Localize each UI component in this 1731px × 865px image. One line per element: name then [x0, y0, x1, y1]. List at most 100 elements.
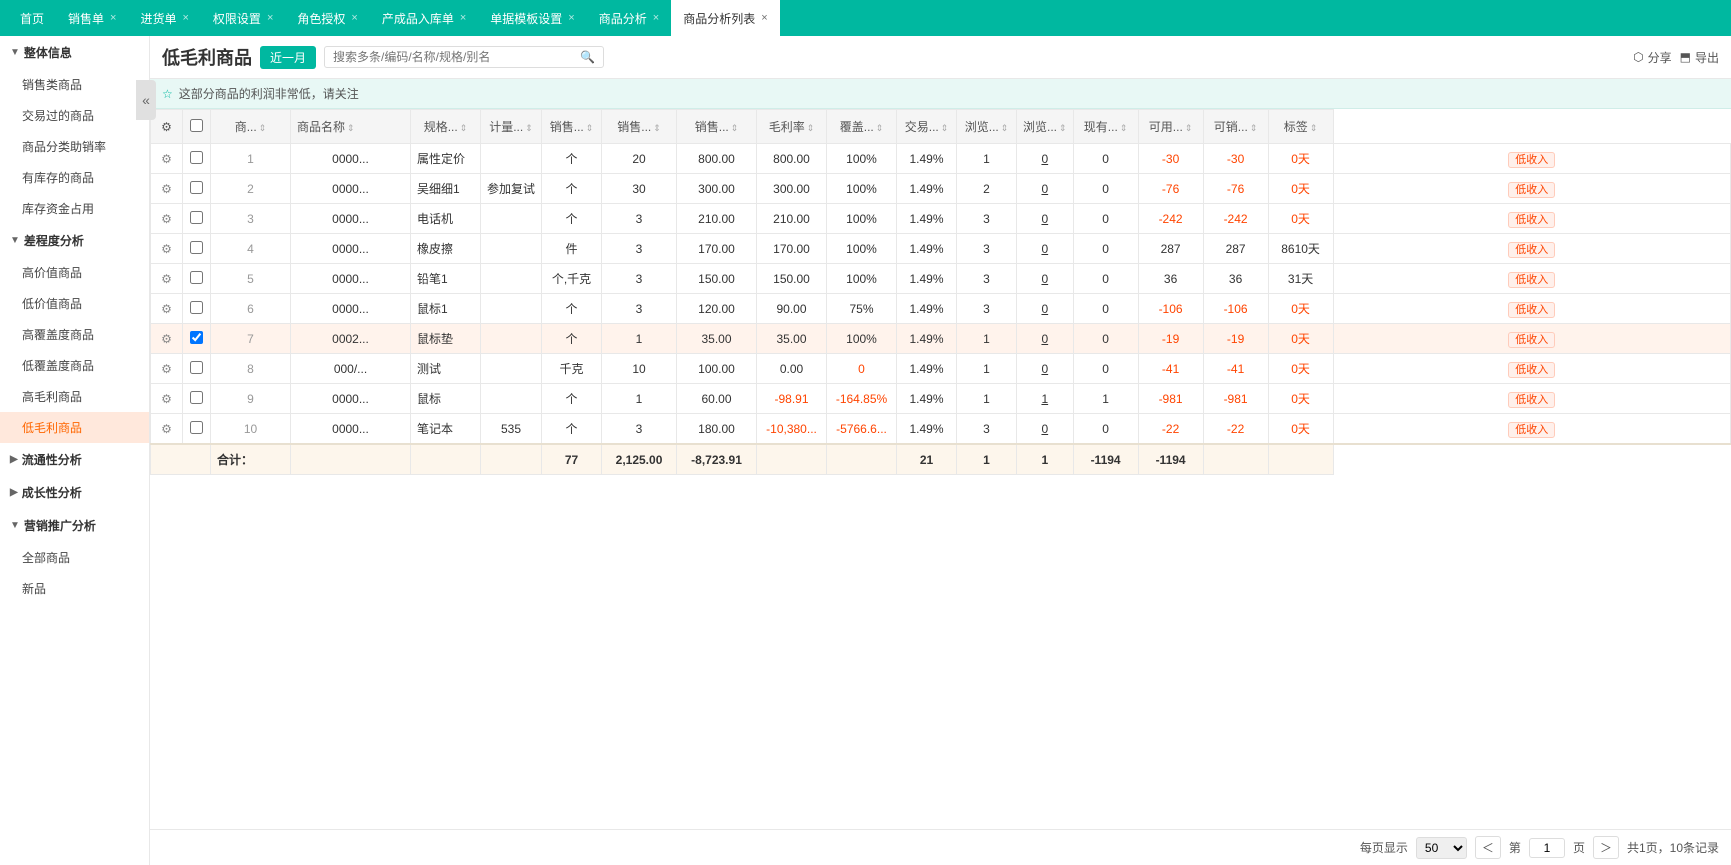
row-checkbox-cell[interactable]: [183, 144, 211, 174]
sidebar-item-low-margin[interactable]: 低毛利商品: [0, 412, 149, 443]
row-cover: 1.49%: [897, 324, 957, 354]
row-checkbox[interactable]: [190, 301, 203, 314]
sidebar-item-high-margin[interactable]: 高毛利商品: [0, 381, 149, 412]
row-checkbox-cell[interactable]: [183, 174, 211, 204]
sidebar-item-all-products[interactable]: 全部商品: [0, 542, 149, 573]
row-checkbox-cell[interactable]: [183, 354, 211, 384]
row-checkbox[interactable]: [190, 151, 203, 164]
close-icon[interactable]: ×: [351, 12, 357, 24]
nav-home[interactable]: 首页: [8, 0, 56, 36]
row-browse1: 0: [1017, 294, 1074, 324]
share-button[interactable]: ⬡ 分享: [1633, 49, 1672, 66]
col-header-stock: 现有...⇕: [1073, 110, 1138, 144]
close-icon[interactable]: ×: [568, 12, 574, 24]
sidebar-group-quality[interactable]: ▼ 差程度分析: [0, 224, 149, 257]
sidebar-item-capital-use[interactable]: 库存资金占用: [0, 193, 149, 224]
row-checkbox[interactable]: [190, 211, 203, 224]
table-row: ⚙ 2 0000... 吴细细1 参加复试 个 30 300.00 300.00…: [151, 174, 1731, 204]
row-settings-icon[interactable]: ⚙: [151, 384, 183, 414]
row-settings-icon[interactable]: ⚙: [151, 144, 183, 174]
row-checkbox-cell[interactable]: [183, 324, 211, 354]
close-icon[interactable]: ×: [460, 12, 466, 24]
col-header-margin: 毛利率⇕: [757, 110, 827, 144]
prev-page-button[interactable]: ＜: [1475, 836, 1501, 859]
nav-product-analysis[interactable]: 商品分析 ×: [587, 0, 671, 36]
sidebar-group-growth[interactable]: ▶ 成长性分析: [0, 476, 149, 509]
sidebar-group-marketing[interactable]: ▼ 营销推广分析: [0, 509, 149, 542]
close-icon[interactable]: ×: [267, 12, 273, 24]
sidebar-item-low-coverage[interactable]: 低覆盖度商品: [0, 350, 149, 381]
row-settings-icon[interactable]: ⚙: [151, 294, 183, 324]
row-checkbox-cell[interactable]: [183, 264, 211, 294]
sidebar-item-high-coverage[interactable]: 高覆盖度商品: [0, 319, 149, 350]
row-browse1: 0: [1017, 354, 1074, 384]
nav-product-analysis-list[interactable]: 商品分析列表 ×: [671, 0, 779, 36]
row-settings-icon[interactable]: ⚙: [151, 414, 183, 445]
page-number-input[interactable]: [1529, 838, 1565, 858]
nav-permissions[interactable]: 权限设置 ×: [201, 0, 285, 36]
row-checkbox[interactable]: [190, 241, 203, 254]
next-page-button[interactable]: ＞: [1593, 836, 1619, 859]
sidebar-item-traded-products[interactable]: 交易过的商品: [0, 100, 149, 131]
row-checkbox[interactable]: [190, 361, 203, 374]
col-header-avail: 可用...⇕: [1138, 110, 1203, 144]
close-icon[interactable]: ×: [110, 12, 116, 24]
row-settings-icon[interactable]: ⚙: [151, 264, 183, 294]
row-settings-icon[interactable]: ⚙: [151, 234, 183, 264]
row-checkbox[interactable]: [190, 181, 203, 194]
row-checkbox-cell[interactable]: [183, 384, 211, 414]
col-header-saleable: 可销...⇕: [1203, 110, 1268, 144]
row-cover: 1.49%: [897, 384, 957, 414]
row-saleable: 0天: [1268, 384, 1333, 414]
row-checkbox[interactable]: [190, 271, 203, 284]
row-settings-icon[interactable]: ⚙: [151, 324, 183, 354]
sidebar-group-circulation[interactable]: ▶ 流通性分析: [0, 443, 149, 476]
share-icon: ⬡: [1633, 50, 1643, 64]
row-name: 吴细细1: [411, 174, 481, 204]
row-name: 铅笔1: [411, 264, 481, 294]
row-trade: 3: [957, 204, 1017, 234]
close-icon[interactable]: ×: [182, 12, 188, 24]
row-checkbox-cell[interactable]: [183, 204, 211, 234]
row-cover: 1.49%: [897, 294, 957, 324]
nav-purchase[interactable]: 进货单 ×: [128, 0, 200, 36]
search-input[interactable]: [333, 50, 580, 64]
nav-product-inbound[interactable]: 产成品入库单 ×: [370, 0, 478, 36]
row-margin-rate: 100%: [827, 204, 897, 234]
sidebar-item-sales-products[interactable]: 销售类商品: [0, 69, 149, 100]
nav-role-auth[interactable]: 角色授权 ×: [285, 0, 369, 36]
row-checkbox[interactable]: [190, 421, 203, 434]
row-settings-icon[interactable]: ⚙: [151, 354, 183, 384]
row-saleable: 0天: [1268, 204, 1333, 234]
export-button[interactable]: ⬒ 导出: [1680, 49, 1719, 66]
col-header-check[interactable]: [183, 110, 211, 144]
select-all-checkbox[interactable]: [190, 119, 203, 132]
sidebar-item-high-value[interactable]: 高价值商品: [0, 257, 149, 288]
sidebar-group-overall[interactable]: ▼ 整体信息: [0, 36, 149, 69]
row-checkbox[interactable]: [190, 391, 203, 404]
row-tag: 低收入: [1333, 204, 1730, 234]
sidebar-item-new-products[interactable]: 新品: [0, 573, 149, 604]
footer-empty-name: [291, 444, 411, 475]
row-saleable: 0天: [1268, 324, 1333, 354]
close-icon[interactable]: ×: [653, 12, 659, 24]
row-settings-icon[interactable]: ⚙: [151, 174, 183, 204]
sidebar-item-category-rate[interactable]: 商品分类助销率: [0, 131, 149, 162]
sidebar-item-in-stock[interactable]: 有库存的商品: [0, 162, 149, 193]
row-checkbox-cell[interactable]: [183, 294, 211, 324]
nav-sales[interactable]: 销售单 ×: [56, 0, 128, 36]
row-sale-count: 3: [602, 414, 677, 445]
row-code: 0000...: [291, 414, 411, 445]
page-size-select[interactable]: 50 20 100: [1416, 837, 1467, 859]
row-checkbox[interactable]: [190, 331, 203, 344]
close-icon[interactable]: ×: [761, 12, 767, 24]
row-checkbox-cell[interactable]: [183, 414, 211, 445]
row-settings-icon[interactable]: ⚙: [151, 204, 183, 234]
sidebar-item-low-value[interactable]: 低价值商品: [0, 288, 149, 319]
row-checkbox-cell[interactable]: [183, 234, 211, 264]
filter-button[interactable]: 近一月: [260, 46, 316, 69]
sidebar-collapse-button[interactable]: «: [136, 80, 156, 120]
row-browse2: 0: [1073, 174, 1138, 204]
row-browse1: 0: [1017, 204, 1074, 234]
nav-template-settings[interactable]: 单据模板设置 ×: [478, 0, 586, 36]
